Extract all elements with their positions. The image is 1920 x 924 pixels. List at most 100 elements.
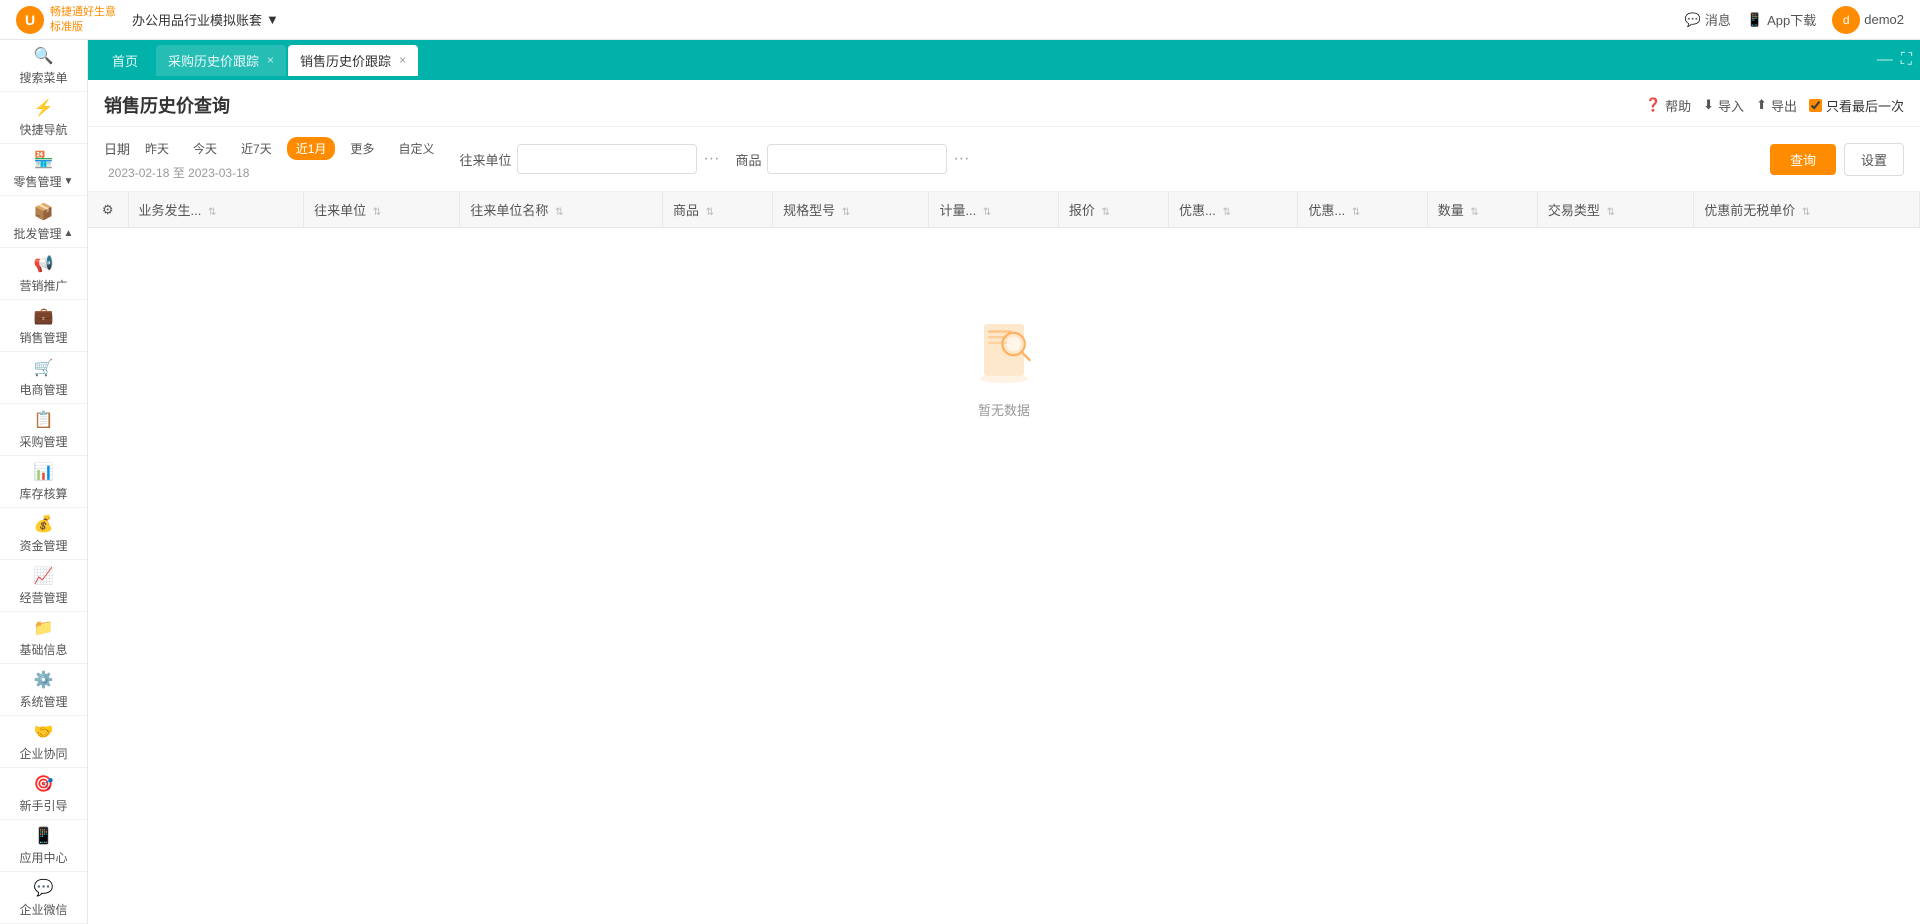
sidebar-item-search-menu[interactable]: 🔍 搜索菜单 xyxy=(0,40,87,92)
tab-maximize-btn[interactable]: ⛶ xyxy=(1901,51,1912,69)
tab-sales-close[interactable]: × xyxy=(399,53,406,67)
import-btn[interactable]: ⬇ 导入 xyxy=(1703,96,1744,115)
table-col-biz-date[interactable]: 业务发生... ⇅ xyxy=(128,192,304,228)
sidebar-label-purchase: 采购管理 xyxy=(19,433,67,450)
col-discount1-sort[interactable]: ⇅ xyxy=(1222,207,1230,218)
table-col-quote[interactable]: 报价 ⇅ xyxy=(1058,192,1168,228)
sidebar-label-basic: 基础信息 xyxy=(19,641,67,658)
basic-icon: 📁 xyxy=(34,618,54,638)
sidebar-item-quick-nav[interactable]: ⚡ 快捷导航 xyxy=(0,92,87,144)
table-col-partner-name[interactable]: 往来单位名称 ⇅ xyxy=(460,192,663,228)
sidebar-label-enterprise: 企业协同 xyxy=(19,745,67,762)
table-col-partner-code[interactable]: 往来单位 ⇅ xyxy=(304,192,460,228)
sidebar-label-quick: 快捷导航 xyxy=(19,121,67,138)
table-col-gear[interactable]: ⚙ xyxy=(88,192,128,228)
logo-text: 畅捷通好生意 标准版 xyxy=(50,5,116,34)
sidebar-item-inventory[interactable]: 📊 库存核算 xyxy=(0,456,87,508)
logo-area: U 畅捷通好生意 标准版 xyxy=(16,5,116,34)
main-layout: 🔍 搜索菜单 ⚡ 快捷导航 🏪 零售管理 ▼ 📦 批发管理 ▲ 📢 营销推广 xyxy=(0,40,1920,924)
table-col-trade-type[interactable]: 交易类型 ⇅ xyxy=(1537,192,1693,228)
col-spec-sort[interactable]: ⇅ xyxy=(842,207,850,218)
system-icon: ⚙️ xyxy=(34,670,54,690)
message-btn[interactable]: 💬 消息 xyxy=(1685,10,1731,29)
empty-text: 暂无数据 xyxy=(978,400,1030,419)
sidebar-item-sales[interactable]: 💼 销售管理 xyxy=(0,300,87,352)
date-btn-custom[interactable]: 自定义 xyxy=(389,137,443,160)
table-col-spec[interactable]: 规格型号 ⇅ xyxy=(773,192,929,228)
date-label: 日期 xyxy=(104,139,130,158)
goods-input[interactable] xyxy=(767,144,947,174)
sidebar-item-business[interactable]: 📈 经营管理 xyxy=(0,560,87,612)
user-area[interactable]: d demo2 xyxy=(1832,6,1904,34)
col-discount2-sort[interactable]: ⇅ xyxy=(1352,207,1360,218)
filter-bar: 日期 昨天 今天 近7天 近1月 更多 自定义 2023-02-18 至 202… xyxy=(88,127,1920,192)
tab-sales-history[interactable]: 销售历史价跟踪 × xyxy=(288,45,418,76)
col-trade-type-sort[interactable]: ⇅ xyxy=(1607,207,1615,218)
table-col-discount1[interactable]: 优惠... ⇅ xyxy=(1168,192,1297,228)
sidebar-item-retail[interactable]: 🏪 零售管理 ▼ xyxy=(0,144,87,196)
sidebar-item-wechat[interactable]: 💬 企业微信 xyxy=(0,872,87,924)
col-pre-tax-label: 优惠前无税单价 xyxy=(1704,203,1795,218)
date-btn-today[interactable]: 今天 xyxy=(184,137,226,160)
col-unit-sort[interactable]: ⇅ xyxy=(983,207,991,218)
sidebar-label-sales: 销售管理 xyxy=(19,329,67,346)
tab-purchase-history[interactable]: 采购历史价跟踪 × xyxy=(156,45,286,76)
download-icon: 📱 xyxy=(1747,12,1763,28)
page-title: 销售历史价查询 xyxy=(104,92,230,118)
sidebar-item-finance[interactable]: 💰 资金管理 xyxy=(0,508,87,560)
app-download-btn[interactable]: 📱 App下载 xyxy=(1747,10,1816,29)
col-partner-code-sort[interactable]: ⇅ xyxy=(373,207,381,218)
only-last-checkbox[interactable] xyxy=(1809,99,1822,112)
sidebar-item-guide[interactable]: 🎯 新手引导 xyxy=(0,768,87,820)
purchase-icon: 📋 xyxy=(34,410,54,430)
table-col-discount2[interactable]: 优惠... ⇅ xyxy=(1298,192,1427,228)
page-header: 销售历史价查询 ❓ 帮助 ⬇ 导入 ⬆ 导出 xyxy=(88,80,1920,127)
sidebar-item-marketing[interactable]: 📢 营销推广 xyxy=(0,248,87,300)
goods-dots[interactable]: ··· xyxy=(953,150,969,168)
col-qty-sort[interactable]: ⇅ xyxy=(1470,207,1478,218)
sidebar-item-basic[interactable]: 📁 基础信息 xyxy=(0,612,87,664)
sidebar-item-appcenter[interactable]: 📱 应用中心 xyxy=(0,820,87,872)
user-name: demo2 xyxy=(1864,12,1904,27)
tab-home[interactable]: 首页 xyxy=(96,45,154,76)
export-btn[interactable]: ⬆ 导出 xyxy=(1756,96,1797,115)
date-btn-last1m[interactable]: 近1月 xyxy=(287,137,336,160)
empty-state: 暂无数据 xyxy=(88,228,1920,499)
date-btn-more[interactable]: 更多 xyxy=(341,137,383,160)
sidebar-item-system[interactable]: ⚙️ 系统管理 xyxy=(0,664,87,716)
sidebar-item-enterprise[interactable]: 🤝 企业协同 xyxy=(0,716,87,768)
partner-input[interactable] xyxy=(517,144,697,174)
sidebar-item-ecommerce[interactable]: 🛒 电商管理 xyxy=(0,352,87,404)
col-partner-name-sort[interactable]: ⇅ xyxy=(555,207,563,218)
marketing-icon: 📢 xyxy=(34,254,54,274)
business-icon: 📈 xyxy=(34,566,54,586)
query-button[interactable]: 查询 xyxy=(1770,144,1836,175)
only-last-checkbox-label[interactable]: 只看最后一次 xyxy=(1809,96,1904,115)
tab-minimize-btn[interactable]: — xyxy=(1877,51,1893,69)
enterprise-icon: 🤝 xyxy=(34,722,54,742)
tab-purchase-label: 采购历史价跟踪 xyxy=(168,51,259,70)
app-selector[interactable]: 办公用品行业模拟账套 ▼ xyxy=(124,6,287,33)
settings-button[interactable]: 设置 xyxy=(1844,143,1904,176)
table-col-qty[interactable]: 数量 ⇅ xyxy=(1427,192,1537,228)
header-right: 💬 消息 📱 App下载 d demo2 xyxy=(1685,6,1904,34)
table-col-unit[interactable]: 计量... ⇅ xyxy=(929,192,1058,228)
date-btn-last7[interactable]: 近7天 xyxy=(232,137,281,160)
date-btn-yesterday[interactable]: 昨天 xyxy=(136,137,178,160)
col-quote-sort[interactable]: ⇅ xyxy=(1101,207,1109,218)
sidebar-item-purchase[interactable]: 📋 采购管理 xyxy=(0,404,87,456)
date-filters: 日期 昨天 今天 近7天 近1月 更多 自定义 2023-02-18 至 202… xyxy=(104,137,443,181)
col-goods-sort[interactable]: ⇅ xyxy=(706,207,714,218)
col-partner-code-label: 往来单位 xyxy=(314,203,366,218)
help-btn[interactable]: ❓ 帮助 xyxy=(1645,96,1691,115)
sidebar-label-wholesale: 批发管理 xyxy=(14,225,62,242)
partner-dots[interactable]: ··· xyxy=(703,150,719,168)
tab-purchase-close[interactable]: × xyxy=(267,53,274,67)
sidebar-label-inventory: 库存核算 xyxy=(19,485,67,502)
table-col-pre-tax[interactable]: 优惠前无税单价 ⇅ xyxy=(1694,192,1920,228)
table-col-goods[interactable]: 商品 ⇅ xyxy=(662,192,772,228)
col-pre-tax-sort[interactable]: ⇅ xyxy=(1802,207,1810,218)
sidebar-item-wholesale[interactable]: 📦 批发管理 ▲ xyxy=(0,196,87,248)
user-avatar: d xyxy=(1832,6,1860,34)
col-biz-date-sort[interactable]: ⇅ xyxy=(208,207,216,218)
